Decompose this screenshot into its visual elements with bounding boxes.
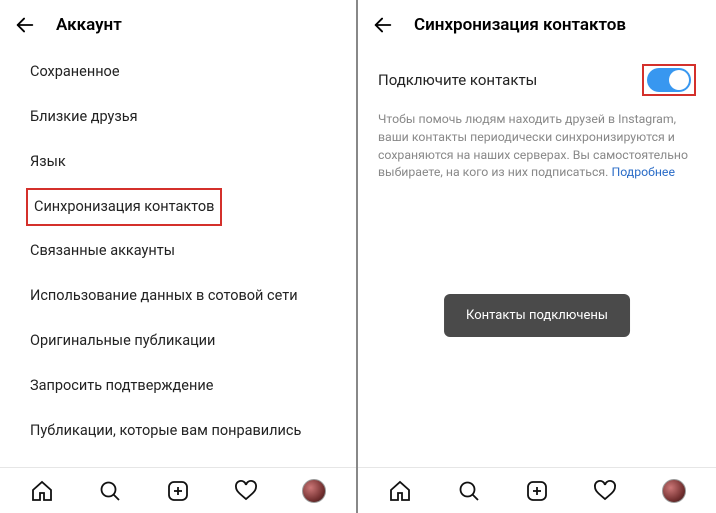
learn-more-link[interactable]: Подробнее [611,166,675,180]
page-title: Синхронизация контактов [414,15,626,35]
home-icon[interactable] [387,478,413,504]
profile-avatar-icon[interactable] [661,478,687,504]
sync-content: Подключите контакты Чтобы помочь людям н… [358,46,716,467]
bottom-nav [0,467,356,513]
back-arrow-icon[interactable] [372,14,394,36]
menu-item[interactable]: Связанные аккаунты [0,229,356,274]
account-screen: Аккаунт СохраненноеБлизкие друзьяЯзыкСин… [0,0,358,513]
menu-content: СохраненноеБлизкие друзьяЯзыкСинхронизац… [0,46,356,467]
activity-heart-icon[interactable] [233,478,259,504]
activity-heart-icon[interactable] [592,478,618,504]
back-arrow-icon[interactable] [14,14,36,36]
menu-item[interactable]: Запросить подтверждение [0,364,356,409]
menu-item[interactable]: Оригинальные публикации [0,319,356,364]
menu-item[interactable]: Близкие друзья [0,95,356,140]
menu-item[interactable]: Публикации, которые вам понравились [0,409,356,454]
menu-item[interactable]: Инструменты работы с брендированным конт… [0,454,356,467]
toggle-label: Подключите контакты [378,71,537,89]
add-post-icon[interactable] [165,478,191,504]
toggle-highlight-box [642,64,696,96]
menu-item[interactable]: Язык [0,140,356,185]
contacts-toggle[interactable] [647,68,691,92]
search-icon[interactable] [97,478,123,504]
search-icon[interactable] [456,478,482,504]
add-post-icon[interactable] [524,478,550,504]
page-title: Аккаунт [56,15,122,35]
menu-item[interactable]: Использование данных в сотовой сети [0,274,356,319]
menu-list: СохраненноеБлизкие друзьяЯзыкСинхронизац… [0,46,356,467]
menu-item[interactable]: Сохраненное [0,50,356,95]
contacts-sync-screen: Синхронизация контактов Подключите конта… [358,0,716,513]
header: Синхронизация контактов [358,0,716,46]
toggle-knob [669,70,689,90]
menu-item[interactable]: Синхронизация контактов [26,188,222,227]
home-icon[interactable] [29,478,55,504]
bottom-nav [358,467,716,513]
header: Аккаунт [0,0,356,46]
toast-message: Контакты подключены [444,294,630,337]
help-text: Чтобы помочь людям находить друзей в Ins… [358,106,716,183]
toggle-row: Подключите контакты [358,46,716,106]
profile-avatar-icon[interactable] [301,478,327,504]
